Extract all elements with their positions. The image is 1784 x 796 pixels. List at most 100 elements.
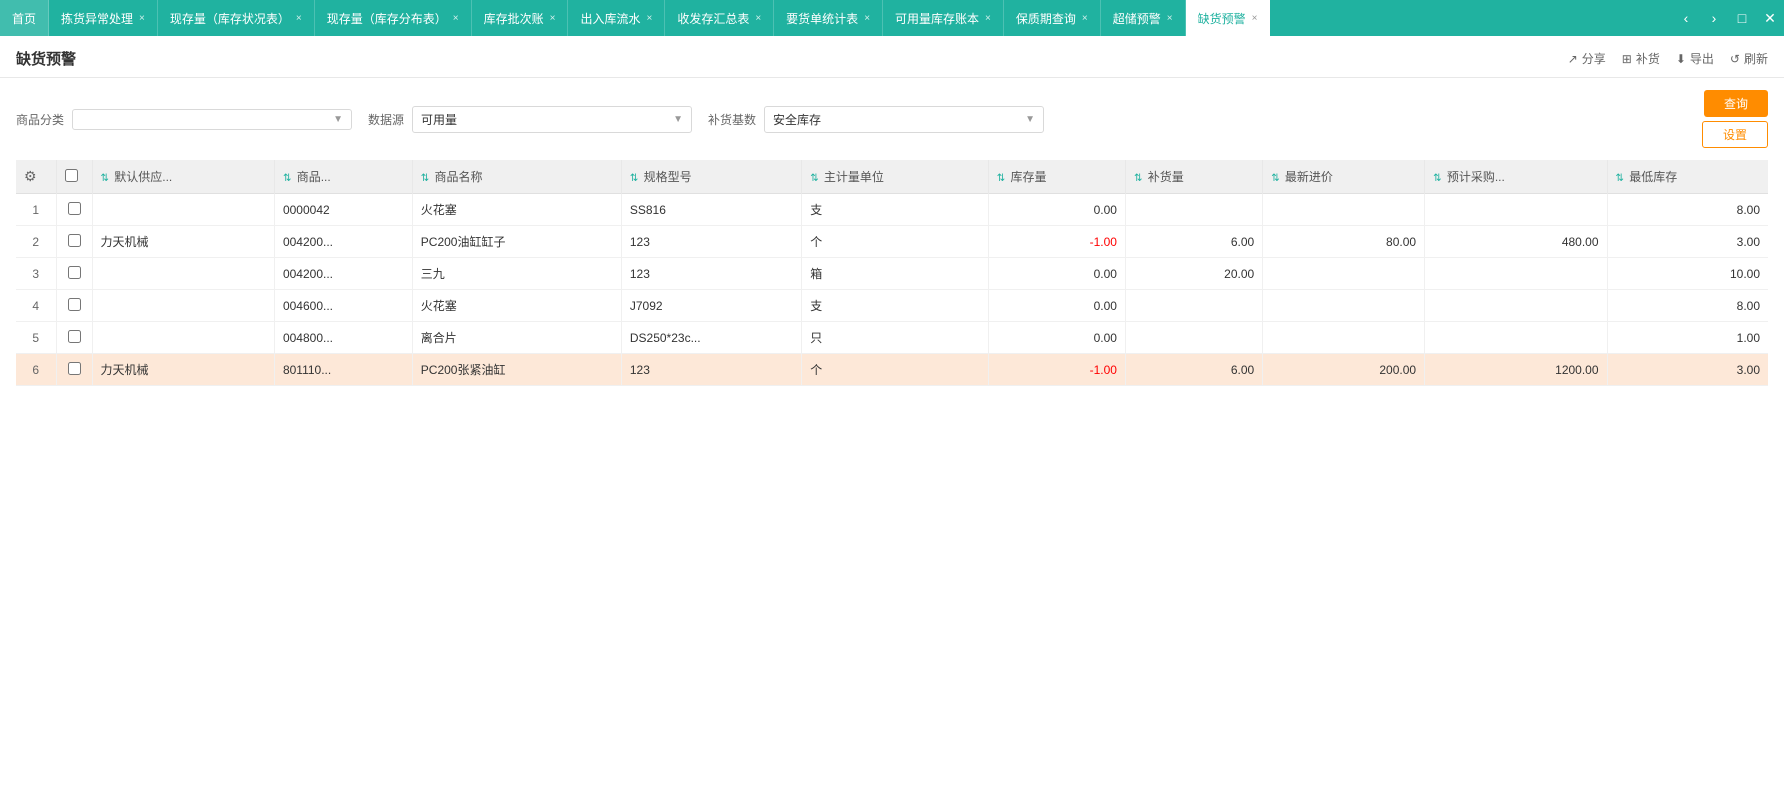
row-checkbox[interactable] bbox=[68, 266, 81, 279]
select-all-checkbox[interactable] bbox=[65, 169, 78, 182]
col-product-name[interactable]: ⇅ 商品名称 bbox=[412, 160, 621, 194]
row-checkbox-cell[interactable] bbox=[56, 354, 92, 386]
table-row: 4 004600... 火花塞 J7092 支 0.00 8.00 bbox=[16, 290, 1768, 322]
tab-close-order-stats[interactable]: × bbox=[864, 13, 870, 24]
col-stock[interactable]: ⇅ 库存量 bbox=[988, 160, 1125, 194]
query-button[interactable]: 查询 bbox=[1704, 90, 1768, 117]
tab-close-overstock[interactable]: × bbox=[1167, 13, 1173, 24]
row-latest-price bbox=[1263, 290, 1425, 322]
tab-close-expiry-query[interactable]: × bbox=[1082, 13, 1088, 24]
restock-base-arrow-icon: ▼ bbox=[1025, 114, 1035, 125]
sort-icon-latest-price: ⇅ bbox=[1271, 173, 1279, 184]
tab-close-avail-ledger[interactable]: × bbox=[985, 13, 991, 24]
tab-scroll-left[interactable]: ‹ bbox=[1672, 0, 1700, 36]
tab-batch-account[interactable]: 库存批次账 × bbox=[472, 0, 569, 36]
filter-bar: 商品分类 ▼ 数据源 可用量 ▼ 补货基数 安全库存 ▼ 查询 设置 bbox=[0, 78, 1784, 160]
row-product-name: 火花塞 bbox=[412, 290, 621, 322]
filter-actions: 查询 设置 bbox=[1702, 90, 1768, 148]
category-filter-group: 商品分类 ▼ bbox=[16, 109, 352, 130]
row-est-purchase bbox=[1425, 290, 1607, 322]
tab-recv-summary[interactable]: 收发存汇总表 × bbox=[665, 0, 774, 36]
share-action[interactable]: ↗ 分享 bbox=[1568, 50, 1606, 67]
col-restock-qty[interactable]: ⇅ 补货量 bbox=[1125, 160, 1262, 194]
gear-icon[interactable]: ⚙ bbox=[24, 168, 37, 184]
datasource-select[interactable]: 可用量 ▼ bbox=[412, 106, 692, 133]
settings-button[interactable]: 设置 bbox=[1702, 121, 1768, 148]
row-checkbox[interactable] bbox=[68, 362, 81, 375]
export-action[interactable]: ⬇ 导出 bbox=[1676, 50, 1714, 67]
row-checkbox-cell[interactable] bbox=[56, 290, 92, 322]
row-spec: SS816 bbox=[621, 194, 801, 226]
tab-inout-flow[interactable]: 出入库流水 × bbox=[568, 0, 665, 36]
restock-label: 补货 bbox=[1636, 50, 1660, 67]
restock-base-select[interactable]: 安全库存 ▼ bbox=[764, 106, 1044, 133]
restock-base-value: 安全库存 bbox=[773, 111, 821, 128]
tab-nav-buttons: ‹ › □ ✕ bbox=[1672, 0, 1784, 36]
export-label: 导出 bbox=[1690, 50, 1714, 67]
row-checkbox[interactable] bbox=[68, 202, 81, 215]
tab-inventory-dist[interactable]: 现存量（库存分布表） × bbox=[315, 0, 472, 36]
tab-shortage[interactable]: 缺货预警 × bbox=[1186, 0, 1271, 36]
tab-close-recv-summary[interactable]: × bbox=[755, 13, 761, 24]
refresh-action[interactable]: ↺ 刷新 bbox=[1730, 50, 1768, 67]
col-min-stock[interactable]: ⇅ 最低库存 bbox=[1607, 160, 1768, 194]
row-product-name: PC200油缸缸子 bbox=[412, 226, 621, 258]
tab-abnormal[interactable]: 拣货异常处理 × bbox=[49, 0, 158, 36]
col-checkbox bbox=[56, 160, 92, 194]
row-number: 4 bbox=[16, 290, 56, 322]
row-checkbox[interactable] bbox=[68, 234, 81, 247]
tab-overstock[interactable]: 超储预警 × bbox=[1101, 0, 1186, 36]
row-checkbox-cell[interactable] bbox=[56, 322, 92, 354]
col-spec[interactable]: ⇅ 规格型号 bbox=[621, 160, 801, 194]
tab-close-inventory-status[interactable]: × bbox=[296, 13, 302, 24]
row-unit: 个 bbox=[802, 354, 989, 386]
sort-icon-spec: ⇅ bbox=[630, 173, 638, 184]
row-product-name: 火花塞 bbox=[412, 194, 621, 226]
row-est-purchase bbox=[1425, 258, 1607, 290]
tab-restore[interactable]: □ bbox=[1728, 0, 1756, 36]
datasource-label: 数据源 bbox=[368, 111, 404, 128]
tab-close-batch-account[interactable]: × bbox=[550, 13, 556, 24]
row-stock: 0.00 bbox=[988, 290, 1125, 322]
row-checkbox-cell[interactable] bbox=[56, 226, 92, 258]
restock-icon: ⊞ bbox=[1622, 52, 1632, 66]
col-est-purchase[interactable]: ⇅ 预计采购... bbox=[1425, 160, 1607, 194]
tab-close-inout-flow[interactable]: × bbox=[646, 13, 652, 24]
col-product-code[interactable]: ⇅ 商品... bbox=[274, 160, 412, 194]
row-latest-price: 200.00 bbox=[1263, 354, 1425, 386]
row-latest-price bbox=[1263, 194, 1425, 226]
row-unit: 支 bbox=[802, 290, 989, 322]
category-select[interactable]: ▼ bbox=[72, 109, 352, 130]
row-product-code: 0000042 bbox=[274, 194, 412, 226]
tab-expiry-query[interactable]: 保质期查询 × bbox=[1004, 0, 1101, 36]
row-min-stock: 8.00 bbox=[1607, 194, 1768, 226]
col-unit[interactable]: ⇅ 主计量单位 bbox=[802, 160, 989, 194]
row-checkbox-cell[interactable] bbox=[56, 258, 92, 290]
tab-close-abnormal[interactable]: × bbox=[139, 13, 145, 24]
tab-order-stats[interactable]: 要货单统计表 × bbox=[774, 0, 883, 36]
tab-close-inventory-dist[interactable]: × bbox=[453, 13, 459, 24]
row-number: 2 bbox=[16, 226, 56, 258]
col-latest-price[interactable]: ⇅ 最新进价 bbox=[1263, 160, 1425, 194]
row-checkbox[interactable] bbox=[68, 298, 81, 311]
row-latest-price: 80.00 bbox=[1263, 226, 1425, 258]
tab-scroll-right[interactable]: › bbox=[1700, 0, 1728, 36]
col-supplier[interactable]: ⇅ 默认供应... bbox=[92, 160, 274, 194]
row-checkbox[interactable] bbox=[68, 330, 81, 343]
restock-action[interactable]: ⊞ 补货 bbox=[1622, 50, 1660, 67]
page-header: 缺货预警 ↗ 分享 ⊞ 补货 ⬇ 导出 ↺ 刷新 bbox=[0, 36, 1784, 78]
datasource-arrow-icon: ▼ bbox=[673, 114, 683, 125]
page-title: 缺货预警 bbox=[16, 48, 76, 69]
row-stock: 0.00 bbox=[988, 258, 1125, 290]
row-unit: 只 bbox=[802, 322, 989, 354]
row-restock-qty bbox=[1125, 290, 1262, 322]
tab-inventory-status[interactable]: 现存量（库存状况表） × bbox=[158, 0, 315, 36]
row-restock-qty: 6.00 bbox=[1125, 354, 1262, 386]
row-checkbox-cell[interactable] bbox=[56, 194, 92, 226]
col-gear[interactable]: ⚙ bbox=[16, 160, 56, 194]
tab-home[interactable]: 首页 bbox=[0, 0, 49, 36]
tab-close-all[interactable]: ✕ bbox=[1756, 0, 1784, 36]
tab-close-shortage[interactable]: × bbox=[1252, 13, 1258, 24]
row-latest-price bbox=[1263, 258, 1425, 290]
tab-avail-ledger[interactable]: 可用量库存账本 × bbox=[883, 0, 1004, 36]
